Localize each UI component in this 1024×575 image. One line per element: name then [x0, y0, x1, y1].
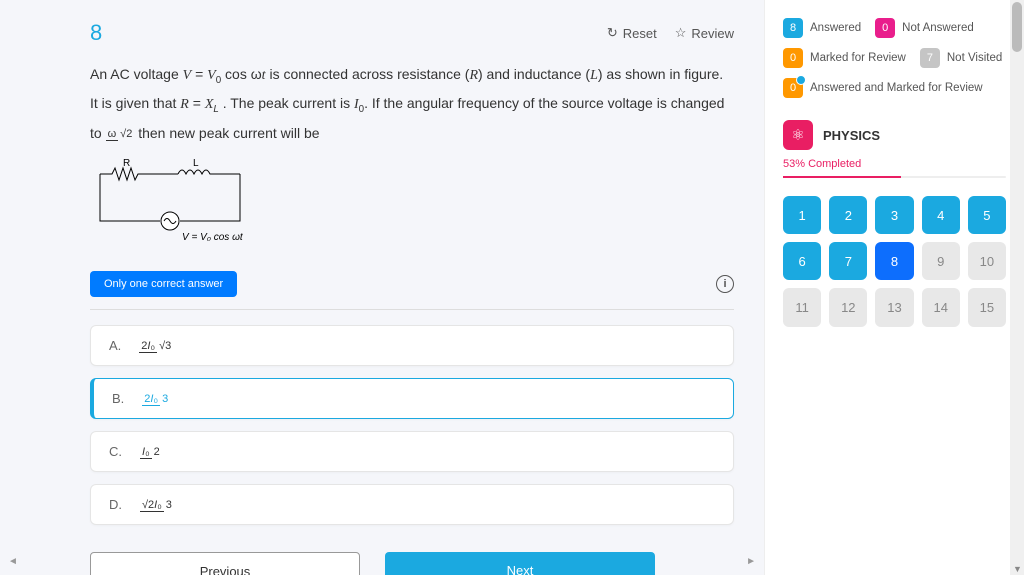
- option-a-label: A.: [109, 338, 121, 353]
- reset-icon: ↻: [607, 25, 618, 41]
- question-actions: ↻ Reset ☆ Review: [607, 25, 734, 41]
- answered-badge: 8: [783, 18, 803, 38]
- physics-icon: ⚛: [783, 120, 813, 150]
- next-button[interactable]: Next: [385, 552, 655, 575]
- svg-text:V = V₀ cos ωt: V = V₀ cos ωt: [182, 232, 244, 243]
- answer-type-badge: Only one correct answer: [90, 271, 237, 297]
- question-panel: 8 ↻ Reset ☆ Review An AC voltage V = V0 …: [0, 0, 764, 575]
- option-a-value: 2I₀√3: [139, 340, 173, 352]
- scroll-thumb[interactable]: [1012, 2, 1022, 52]
- legend-answered: 8 Answered: [783, 18, 861, 38]
- palette-q10[interactable]: 10: [968, 242, 1006, 280]
- page-left-icon[interactable]: ◄: [8, 556, 18, 567]
- legend-amr: 0 Answered and Marked for Review: [783, 78, 1006, 98]
- palette-q8[interactable]: 8: [875, 242, 913, 280]
- review-button[interactable]: ☆ Review: [675, 25, 734, 41]
- palette-q1[interactable]: 1: [783, 196, 821, 234]
- not-answered-label: Not Answered: [902, 22, 974, 34]
- subject-title: PHYSICS: [823, 128, 880, 143]
- scrollbar[interactable]: ▲ ▼: [1010, 0, 1024, 575]
- question-palette: 1 2 3 4 5 6 7 8 9 10 11 12 13 14 15: [783, 196, 1006, 327]
- option-d-value: √2I₀3: [140, 499, 174, 511]
- page-right-icon[interactable]: ►: [746, 556, 756, 567]
- palette-q11[interactable]: 11: [783, 288, 821, 326]
- review-label: Review: [691, 26, 734, 41]
- not-answered-badge: 0: [875, 18, 895, 38]
- palette-q14[interactable]: 14: [922, 288, 960, 326]
- palette-q2[interactable]: 2: [829, 196, 867, 234]
- circuit-diagram: R L V = V₀ cos ωt: [90, 156, 734, 246]
- marked-label: Marked for Review: [810, 52, 906, 64]
- reset-button[interactable]: ↻ Reset: [607, 25, 657, 41]
- option-d[interactable]: D. √2I₀3: [90, 484, 734, 525]
- palette-q4[interactable]: 4: [922, 196, 960, 234]
- question-text: An AC voltage V = V0 cos ωt is connected…: [90, 61, 734, 146]
- palette-q5[interactable]: 5: [968, 196, 1006, 234]
- answered-label: Answered: [810, 22, 861, 34]
- question-header: 8 ↻ Reset ☆ Review: [90, 20, 734, 46]
- status-legend: 8 Answered 0 Not Answered 0 Marked for R…: [783, 18, 1006, 98]
- not-visited-badge: 7: [920, 48, 940, 68]
- nav-buttons: Previous Next: [90, 537, 734, 575]
- sidebar: 8 Answered 0 Not Answered 0 Marked for R…: [764, 0, 1024, 575]
- subject-header: ⚛ PHYSICS: [783, 120, 1006, 150]
- palette-q12[interactable]: 12: [829, 288, 867, 326]
- not-visited-label: Not Visited: [947, 52, 1002, 64]
- previous-button[interactable]: Previous: [90, 552, 360, 575]
- completion-text: 53% Completed: [783, 158, 1006, 170]
- scroll-down-icon[interactable]: ▼: [1013, 564, 1022, 574]
- option-c-value: I₀2: [140, 446, 162, 458]
- info-icon[interactable]: i: [716, 275, 734, 293]
- resistor-label: R: [123, 158, 130, 169]
- palette-q15[interactable]: 15: [968, 288, 1006, 326]
- palette-q3[interactable]: 3: [875, 196, 913, 234]
- amr-label: Answered and Marked for Review: [810, 82, 983, 94]
- palette-q9[interactable]: 9: [922, 242, 960, 280]
- option-c-label: C.: [109, 444, 122, 459]
- option-b-label: B.: [112, 391, 124, 406]
- legend-marked: 0 Marked for Review: [783, 48, 906, 68]
- inductor-label: L: [193, 158, 199, 169]
- option-c[interactable]: C. I₀2: [90, 431, 734, 472]
- reset-label: Reset: [623, 26, 657, 41]
- marked-badge: 0: [783, 48, 803, 68]
- option-b[interactable]: B. 2I₀3: [90, 378, 734, 419]
- amr-badge: 0: [783, 78, 803, 98]
- option-d-label: D.: [109, 497, 122, 512]
- question-number: 8: [90, 20, 102, 46]
- legend-not-answered: 0 Not Answered: [875, 18, 974, 38]
- progress-bar: [783, 176, 1006, 178]
- hint-row: Only one correct answer i: [90, 271, 734, 297]
- option-b-value: 2I₀3: [142, 393, 170, 405]
- star-icon: ☆: [675, 25, 687, 41]
- legend-not-visited: 7 Not Visited: [920, 48, 1002, 68]
- palette-q13[interactable]: 13: [875, 288, 913, 326]
- option-a[interactable]: A. 2I₀√3: [90, 325, 734, 366]
- palette-q7[interactable]: 7: [829, 242, 867, 280]
- palette-q6[interactable]: 6: [783, 242, 821, 280]
- divider: [90, 309, 734, 310]
